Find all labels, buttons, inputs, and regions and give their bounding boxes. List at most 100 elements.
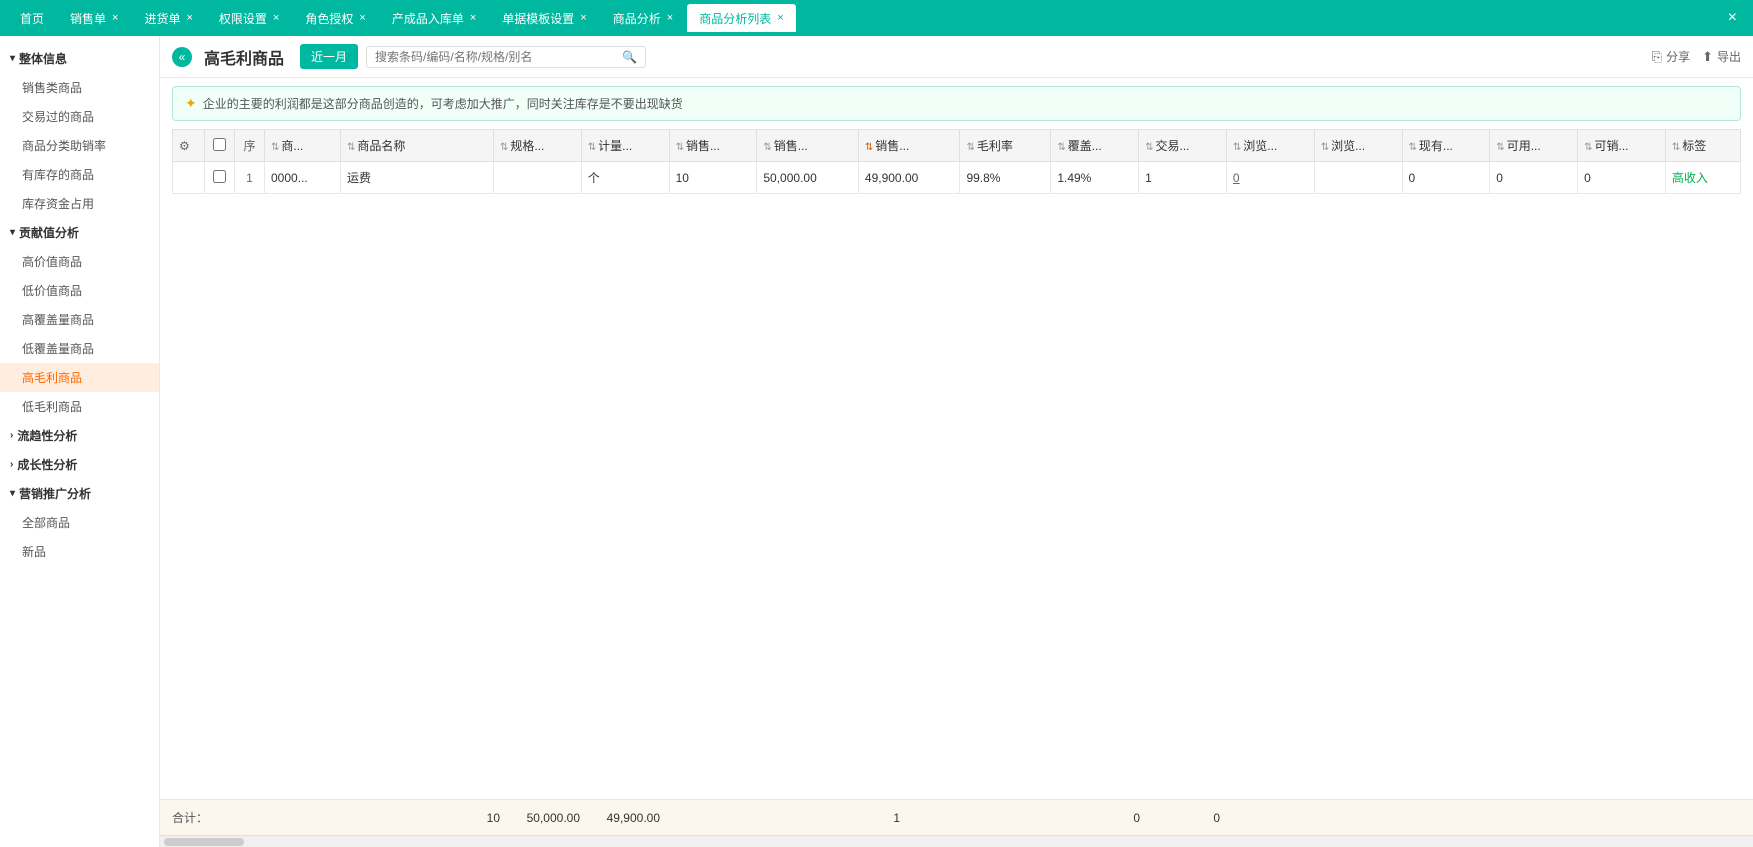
filter-recent-month-btn[interactable]: 近一月 [300,44,358,69]
nav-tab-product-analysis-list[interactable]: 商品分析列表 × [687,4,795,32]
arrow-marketing-icon: ▾ [10,488,15,499]
sidebar-group-overall[interactable]: ▾ 整体信息 [0,44,159,73]
share-btn[interactable]: ⎘ 分享 [1652,48,1690,65]
close-template-tab[interactable]: × [580,12,586,24]
sidebar-item-stock-capital[interactable]: 库存资金占用 [0,189,159,218]
th-sellable[interactable]: ⇅可销... [1578,130,1666,162]
th-sales-amount[interactable]: ⇅销售... [757,130,859,162]
export-btn[interactable]: ⬆ 导出 [1702,48,1741,65]
th-checkbox[interactable] [205,130,235,162]
row-view1[interactable]: 0 [1226,162,1314,194]
row-transaction: 1 [1139,162,1227,194]
collapse-sidebar-btn[interactable]: « [172,47,192,67]
footer-cells: 10 50,000.00 49,900.00 1 0 0 [228,811,1741,825]
th-code[interactable]: ⇅商... [265,130,341,162]
close-role-tab[interactable]: × [359,12,365,24]
nav-tab-purchase[interactable]: 进货单 × [132,4,204,32]
row-checkbox[interactable] [205,162,235,194]
nav-tab-product-in[interactable]: 产成品入库单 × [380,4,488,32]
close-sales-tab[interactable]: × [112,12,118,24]
row-sales-profit: 49,900.00 [858,162,960,194]
sidebar-item-low-coverage[interactable]: 低覆盖量商品 [0,334,159,363]
row-view2 [1314,162,1402,194]
sidebar-item-high-margin[interactable]: 高毛利商品 [0,363,159,392]
th-spec[interactable]: ⇅规格... [493,130,581,162]
footer-spacer [228,811,428,825]
footer-sales-amount: 50,000.00 [508,811,588,825]
row-gear [173,162,205,194]
sidebar-item-in-stock[interactable]: 有库存的商品 [0,160,159,189]
table-wrapper: ⚙ 序 ⇅商... ⇅商品名称 ⇅规格... ⇅计量... ⇅销售... ⇅销售… [160,129,1753,799]
search-icon[interactable]: 🔍 [622,50,637,64]
th-view2[interactable]: ⇅浏览... [1314,130,1402,162]
footer-label: 合计： [172,809,228,826]
footer-current-stock: 0 [1068,811,1148,825]
close-product-in-tab[interactable]: × [470,12,476,24]
th-tag[interactable]: ⇅标签 [1665,130,1740,162]
th-available[interactable]: ⇅可用... [1490,130,1578,162]
row-gross-margin: 99.8% [960,162,1051,194]
row-select-checkbox[interactable] [213,170,226,183]
row-index: 1 [235,162,265,194]
th-view1[interactable]: ⇅浏览... [1226,130,1314,162]
sidebar-group-marketing[interactable]: ▾ 营销推广分析 [0,479,159,508]
nav-tab-home[interactable]: 首页 [8,4,56,32]
close-window-btn[interactable]: × [1720,9,1745,27]
sidebar-item-all-goods[interactable]: 全部商品 [0,508,159,537]
nav-tab-permission[interactable]: 权限设置 × [207,4,291,32]
arrow-growth-icon: › [10,459,13,470]
select-all-checkbox[interactable] [213,138,226,151]
th-current-stock[interactable]: ⇅现有... [1402,130,1490,162]
th-sales-profit[interactable]: ⇅销售... [858,130,960,162]
nav-tab-product-analysis[interactable]: 商品分析 × [601,4,685,32]
th-name[interactable]: ⇅商品名称 [341,130,494,162]
content-area: « 高毛利商品 近一月 🔍 ⎘ 分享 ⬆ 导出 ✦ 企业的主要的利润都是这部 [160,36,1753,847]
close-product-analysis-tab[interactable]: × [667,12,673,24]
nav-tab-role[interactable]: 角色授权 × [293,4,377,32]
row-sales-amount: 50,000.00 [757,162,859,194]
gear-icon[interactable]: ⚙ [179,139,190,153]
sidebar-group-trend[interactable]: › 流趋性分析 [0,421,159,450]
sidebar-item-low-margin[interactable]: 低毛利商品 [0,392,159,421]
th-unit[interactable]: ⇅计量... [581,130,669,162]
sidebar-item-high-value[interactable]: 高价值商品 [0,247,159,276]
th-coverage[interactable]: ⇅覆盖... [1051,130,1139,162]
page-title: 高毛利商品 [204,45,284,69]
data-table: ⚙ 序 ⇅商... ⇅商品名称 ⇅规格... ⇅计量... ⇅销售... ⇅销售… [172,129,1741,194]
row-spec [493,162,581,194]
search-input[interactable] [375,50,618,64]
th-gross-margin[interactable]: ⇅毛利率 [960,130,1051,162]
view1-link[interactable]: 0 [1233,171,1240,185]
horizontal-scrollbar[interactable] [160,835,1753,847]
row-coverage: 1.49% [1051,162,1139,194]
nav-tab-template[interactable]: 单据模板设置 × [490,4,598,32]
arrow-contribution-icon: ▾ [10,227,15,238]
content-header: « 高毛利商品 近一月 🔍 ⎘ 分享 ⬆ 导出 [160,36,1753,78]
close-product-analysis-list-tab[interactable]: × [777,12,783,24]
sidebar-item-category-rate[interactable]: 商品分类助销率 [0,131,159,160]
search-box: 🔍 [366,46,646,68]
sidebar-group-growth[interactable]: › 成长性分析 [0,450,159,479]
close-purchase-tab[interactable]: × [186,12,192,24]
nav-tab-sales[interactable]: 销售单 × [58,4,130,32]
sidebar-item-low-value[interactable]: 低价值商品 [0,276,159,305]
row-code: 0000... [265,162,341,194]
th-sales-qty[interactable]: ⇅销售... [669,130,757,162]
header-actions: ⎘ 分享 ⬆ 导出 [1652,48,1741,65]
row-available: 0 [1490,162,1578,194]
sidebar-item-new-goods[interactable]: 新品 [0,537,159,566]
close-permission-tab[interactable]: × [273,12,279,24]
table-footer: 合计： 10 50,000.00 49,900.00 1 0 0 [160,799,1753,835]
footer-spacer3 [908,811,988,825]
th-gear[interactable]: ⚙ [173,130,205,162]
scroll-thumb[interactable] [164,838,244,846]
th-transaction[interactable]: ⇅交易... [1139,130,1227,162]
sidebar-item-traded-goods[interactable]: 交易过的商品 [0,102,159,131]
sidebar-group-contribution[interactable]: ▾ 贡献值分析 [0,218,159,247]
sidebar-item-high-coverage[interactable]: 高覆盖量商品 [0,305,159,334]
row-tag: 高收入 [1665,162,1740,194]
arrow-trend-icon: › [10,430,13,441]
export-icon: ⬆ [1702,49,1713,65]
sidebar-item-sales-goods[interactable]: 销售类商品 [0,73,159,102]
footer-spacer2 [668,811,828,825]
